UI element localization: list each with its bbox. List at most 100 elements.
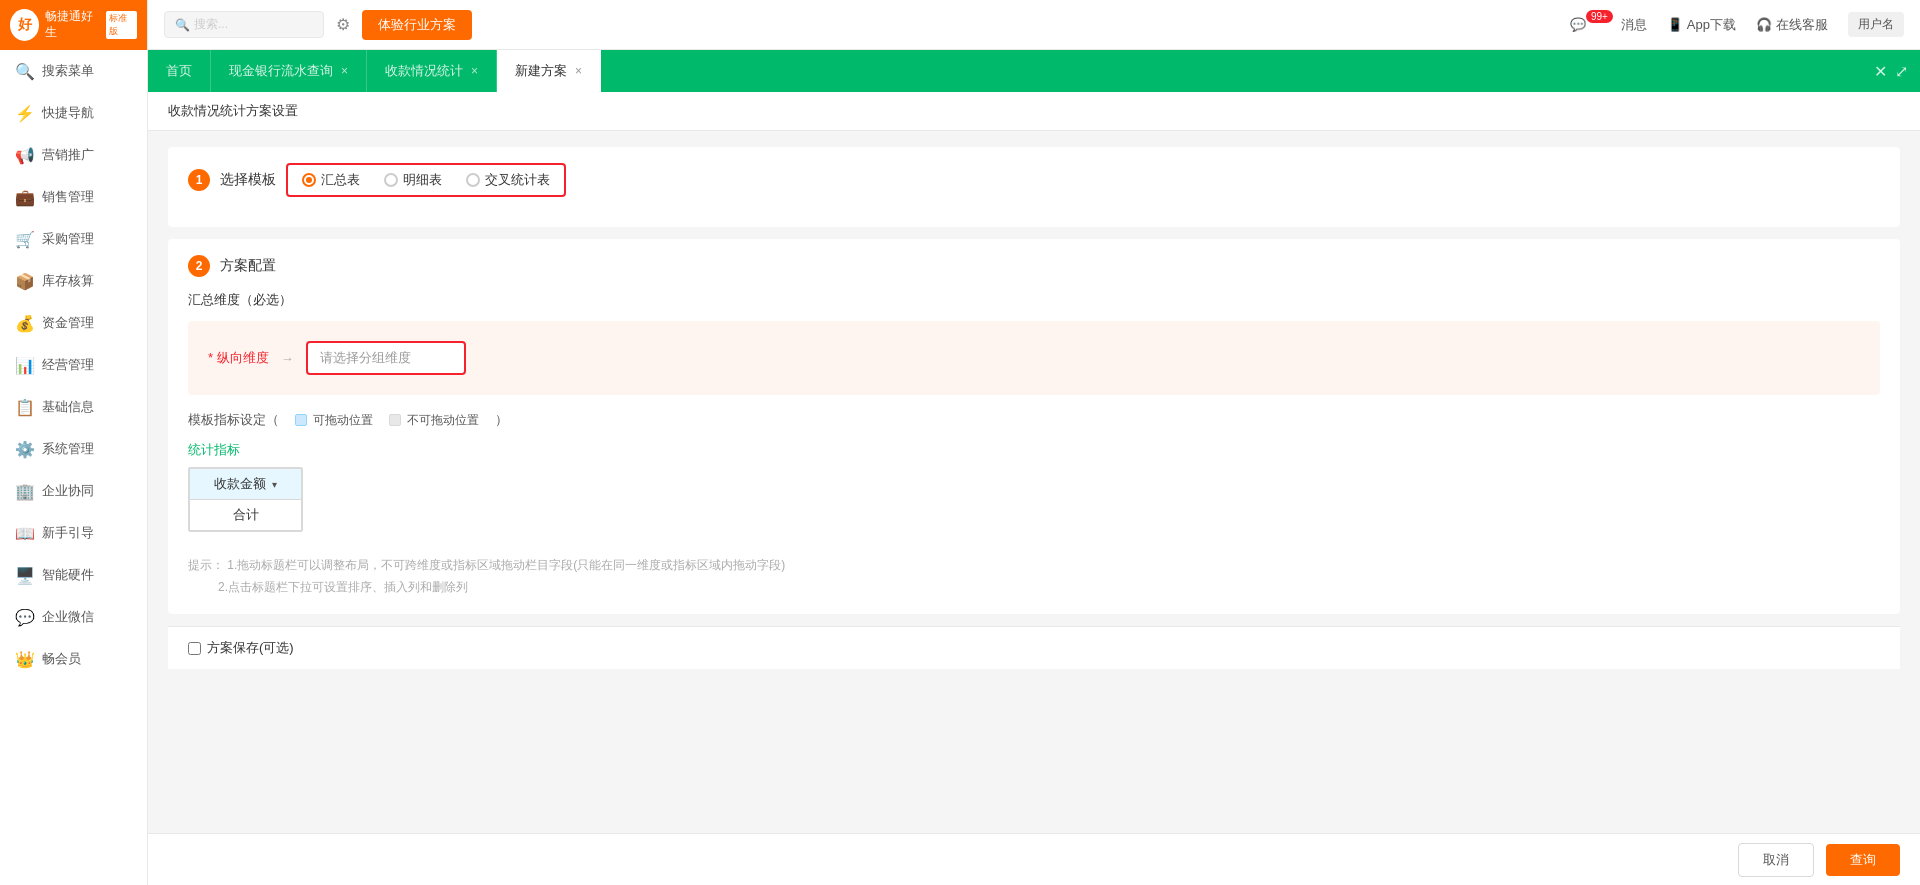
save-label[interactable]: 方案保存(可选)	[188, 639, 294, 657]
sidebar-label-2: 营销推广	[42, 146, 94, 164]
sidebar-item-6[interactable]: 💰 资金管理	[0, 302, 147, 344]
notification-item[interactable]: 💬 99+ 消息	[1570, 16, 1647, 34]
sidebar-item-2[interactable]: 📢营销推广	[0, 134, 147, 176]
sidebar-item-5[interactable]: 📦库存核算	[0, 260, 147, 302]
sidebar-label-6: 资金管理	[42, 314, 94, 332]
main-area: 🔍 搜索... ⚙ 体验行业方案 💬 99+ 消息 📱 App下载 🎧 在线客服…	[148, 0, 1920, 885]
sidebar-label-13: 企业微信	[42, 608, 94, 626]
stat-header-cell: 收款金额 ▾	[190, 469, 302, 500]
sidebar-label-1: 快捷导航	[42, 104, 94, 122]
notification-badge: 99+	[1586, 10, 1613, 23]
message-icon: 💬	[1570, 17, 1586, 32]
sidebar-label-12: 智能硬件	[42, 566, 94, 584]
sidebar-label-5: 库存核算	[42, 272, 94, 290]
sidebar-item-0[interactable]: 🔍搜索菜单	[0, 50, 147, 92]
stat-value-cell: 合计	[190, 500, 302, 531]
sidebar-icon-4: 🛒	[16, 230, 34, 248]
sidebar-item-10[interactable]: 🏢企业协同	[0, 470, 147, 512]
tab-home[interactable]: 首页	[148, 50, 211, 92]
dimension-select[interactable]: 请选择分组维度	[306, 341, 466, 375]
tab-newplan[interactable]: 新建方案 ×	[497, 50, 601, 92]
stat-value-text: 合计	[233, 507, 259, 522]
hints-area: 提示： 1.拖动标题栏可以调整布局，不可跨维度或指标区域拖动栏目字段(只能在同一…	[188, 555, 1880, 598]
tab-cashflow-close[interactable]: ×	[341, 64, 348, 78]
logo-icon: 好	[10, 9, 39, 41]
sidebar-item-8[interactable]: 📋基础信息	[0, 386, 147, 428]
stat-label: 统计指标	[188, 441, 1880, 459]
sidebar-icon-6: 💰	[16, 314, 34, 332]
step1-badge: 1	[188, 169, 210, 191]
sidebar-item-7[interactable]: 📊 经营管理	[0, 344, 147, 386]
radio-summary[interactable]: 汇总表	[302, 171, 360, 189]
sidebar-icon-13: 💬	[16, 608, 34, 626]
indicators-header: 模板指标设定（ 可拖动位置 不可拖动位置 ）	[188, 411, 1880, 429]
topbar-search[interactable]: 🔍 搜索...	[164, 11, 324, 38]
radio-cross-circle	[466, 173, 480, 187]
chevron-down-icon: ▾	[272, 479, 277, 490]
movable-dot	[295, 414, 307, 426]
gear-icon[interactable]: ⚙	[336, 15, 350, 34]
search-placeholder-text: 搜索...	[194, 16, 228, 33]
query-button[interactable]: 查询	[1826, 844, 1900, 876]
breadcrumb: 收款情况统计方案设置	[168, 103, 298, 118]
close-paren: ）	[495, 411, 508, 429]
tab-receipts[interactable]: 收款情况统计 ×	[367, 50, 497, 92]
fixed-legend: 不可拖动位置	[389, 412, 479, 429]
trial-button[interactable]: 体验行业方案	[362, 10, 472, 40]
stat-header-text: 收款金额	[214, 475, 266, 493]
radio-detail[interactable]: 明细表	[384, 171, 442, 189]
radio-cross[interactable]: 交叉统计表	[466, 171, 550, 189]
sidebar-icon-8: 📋	[16, 398, 34, 416]
save-label-text: 方案保存(可选)	[207, 639, 294, 657]
stat-header-content[interactable]: 收款金额 ▾	[190, 469, 301, 499]
arrow-icon: →	[281, 351, 294, 366]
dimension-row: * 纵向维度 → 请选择分组维度	[208, 341, 1860, 375]
radio-summary-label: 汇总表	[321, 171, 360, 189]
tab-home-label: 首页	[166, 62, 192, 80]
page-header: 收款情况统计方案设置	[148, 92, 1920, 131]
sidebar-label-3: 销售管理	[42, 188, 94, 206]
tabbar-actions: ✕ ⤢	[1874, 50, 1920, 92]
tab-cashflow[interactable]: 现金银行流水查询 ×	[211, 50, 367, 92]
download-item[interactable]: 📱 App下载	[1667, 16, 1736, 34]
sidebar-item-13[interactable]: 💬 企业微信	[0, 596, 147, 638]
sidebar-label-0: 搜索菜单	[42, 62, 94, 80]
tab-close-all-icon[interactable]: ✕	[1874, 62, 1887, 81]
edition-badge: 标准版	[106, 11, 137, 39]
step1-title: 选择模板	[220, 171, 276, 189]
sidebar-item-1[interactable]: ⚡快捷导航	[0, 92, 147, 134]
sidebar-label-9: 系统管理	[42, 440, 94, 458]
support-item[interactable]: 🎧 在线客服	[1756, 16, 1828, 34]
sidebar-icon-9: ⚙️	[16, 440, 34, 458]
sidebar-nav: 🔍搜索菜单⚡快捷导航📢营销推广💼销售管理 🛒 采购管理 📦库存核算 💰 资金管理 📊 经营管理…	[0, 50, 147, 885]
cancel-button[interactable]: 取消	[1738, 843, 1814, 877]
save-checkbox[interactable]	[188, 642, 201, 655]
sidebar-item-9[interactable]: ⚙️ 系统管理	[0, 428, 147, 470]
sidebar-label-14: 畅会员	[42, 650, 81, 668]
logo-text: 畅捷通好生	[45, 9, 100, 40]
tabbar: 首页 现金银行流水查询 × 收款情况统计 × 新建方案 × ✕ ⤢	[148, 50, 1920, 92]
step2-section: 2 方案配置 汇总维度（必选） * 纵向维度 → 请选择分组维度 模板指标设定（	[168, 239, 1900, 614]
tab-newplan-label: 新建方案	[515, 62, 567, 80]
sidebar-label-7: 经营管理	[42, 356, 94, 374]
user-info[interactable]: 用户名	[1848, 12, 1904, 37]
sidebar-label-11: 新手引导	[42, 524, 94, 542]
tab-receipts-close[interactable]: ×	[471, 64, 478, 78]
tab-maximize-icon[interactable]: ⤢	[1895, 62, 1908, 81]
sidebar-icon-7: 📊	[16, 356, 34, 374]
page-body: 1 选择模板 汇总表 明细表 交叉统计表	[148, 131, 1920, 833]
support-label: 在线客服	[1776, 16, 1828, 34]
sidebar-item-3[interactable]: 💼销售管理	[0, 176, 147, 218]
sidebar-label-4: 采购管理	[42, 230, 94, 248]
tab-newplan-close[interactable]: ×	[575, 64, 582, 78]
user-name: 用户名	[1858, 17, 1894, 31]
sidebar-icon-12: 🖥️	[16, 566, 34, 584]
tab-receipts-label: 收款情况统计	[385, 62, 463, 80]
sidebar-item-14[interactable]: 👑畅会员	[0, 638, 147, 680]
sidebar-item-11[interactable]: 📖新手引导	[0, 512, 147, 554]
sidebar-item-4[interactable]: 🛒 采购管理	[0, 218, 147, 260]
footer-save: 方案保存(可选)	[168, 626, 1900, 669]
stat-table: 收款金额 ▾ 合计	[189, 468, 302, 531]
sidebar-item-12[interactable]: 🖥️ 智能硬件	[0, 554, 147, 596]
content-area: 收款情况统计方案设置 1 选择模板 汇总表 明细表	[148, 92, 1920, 885]
